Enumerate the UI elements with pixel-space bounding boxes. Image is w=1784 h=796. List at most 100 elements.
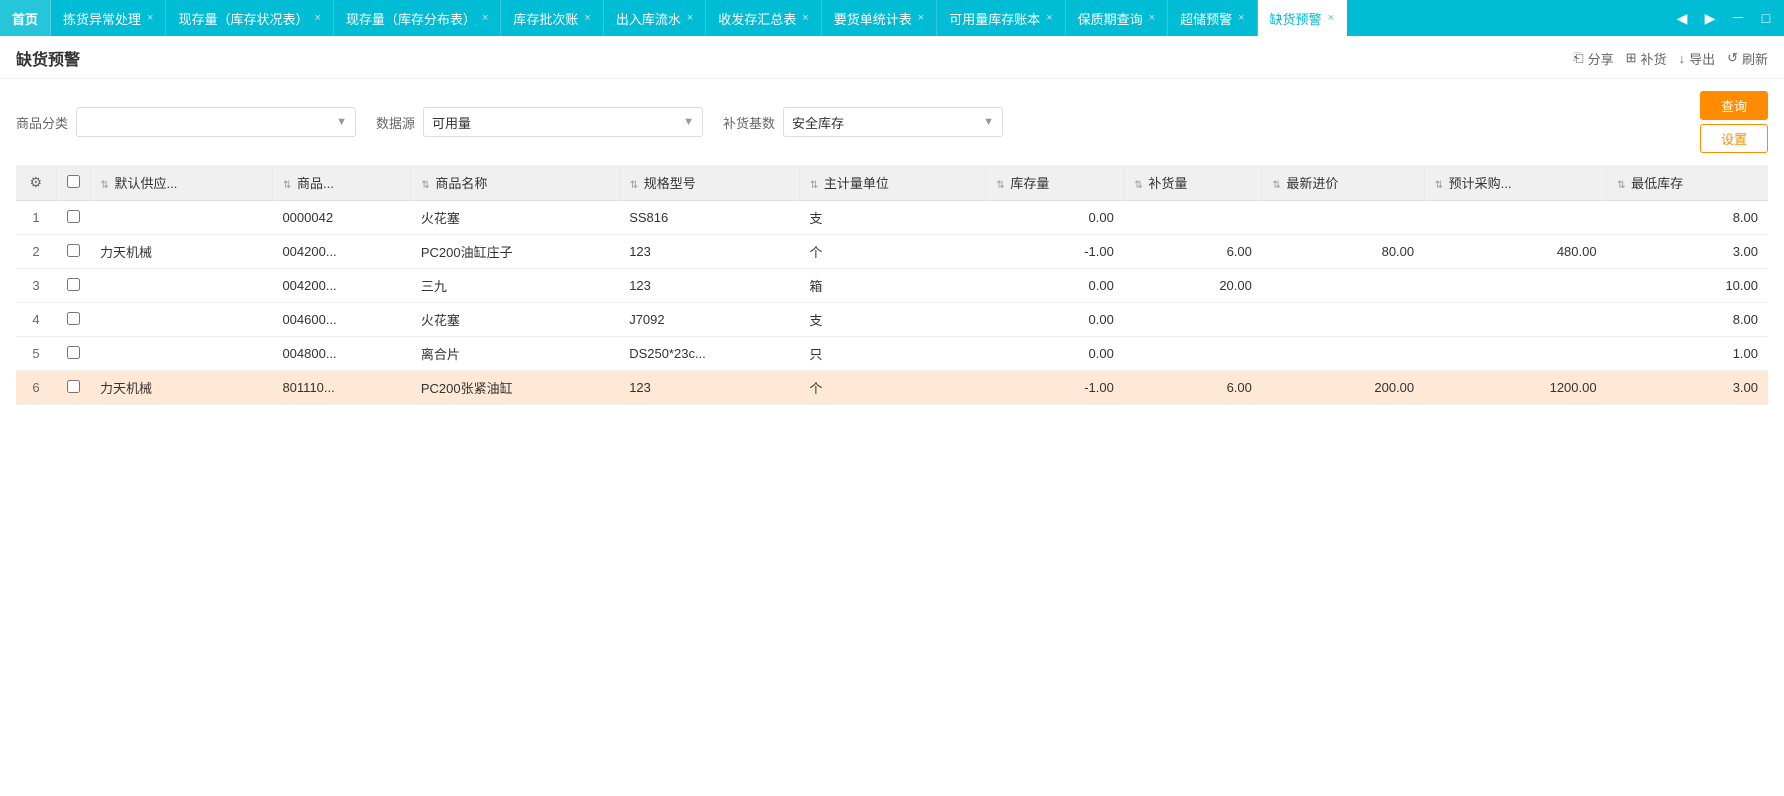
nav-tab-summary[interactable]: 收发存汇总表 × (706, 0, 821, 36)
row-min-stock-1: 8.00 (1607, 201, 1768, 235)
th-sku-label: 商品... (297, 176, 334, 191)
filter-actions: 查询 设置 (1700, 91, 1768, 153)
row-checkbox-6[interactable] (67, 380, 80, 393)
replenish-basis-value: 安全库存 (792, 113, 844, 132)
refresh-icon: ↺ (1727, 50, 1738, 66)
row-sku-2: 004200... (272, 235, 410, 269)
nav-tab-summary-label: 收发存汇总表 (718, 9, 796, 28)
nav-tab-available[interactable]: 可用量库存账本 × (937, 0, 1065, 36)
nav-tab-order[interactable]: 要货单统计表 × (822, 0, 937, 36)
page-title: 缺货预警 (16, 46, 80, 70)
unit-sort-icon: ⇅ (810, 180, 818, 191)
nav-tab-batch-close[interactable]: × (584, 12, 590, 24)
table-row: 2 力天机械 004200... PC200油缸庄子 123 个 -1.00 6… (16, 235, 1768, 269)
th-sku[interactable]: ⇅ 商品... (272, 165, 410, 201)
nav-tab-shortage[interactable]: 缺货预警 × (1258, 0, 1347, 36)
nav-tab-flow-label: 出入库流水 (616, 9, 681, 28)
row-supplier-4 (90, 303, 272, 337)
nav-tab-shortage-close[interactable]: × (1328, 12, 1334, 24)
nav-maximize-btn[interactable]: □ (1752, 4, 1780, 32)
nav-tab-available-close[interactable]: × (1046, 12, 1052, 24)
nav-tab-batch[interactable]: 库存批次账 × (501, 0, 603, 36)
replenish-sort-icon: ⇅ (1134, 180, 1142, 191)
nav-minimize-btn[interactable]: － (1724, 4, 1752, 32)
row-checkbox-1[interactable] (67, 210, 80, 223)
latest-price-sort-icon: ⇅ (1272, 180, 1280, 191)
replenish-basis-filter-group: 补货基数 安全库存 ▼ (723, 107, 1003, 137)
row-spec-6: 123 (619, 371, 799, 405)
page-header: 缺货预警 ⎗ 分享 ⊞ 补货 ↓ 导出 ↺ 刷新 (0, 36, 1784, 79)
nav-tab-pick[interactable]: 拣货异常处理 × (51, 0, 166, 36)
row-estimated-4 (1424, 303, 1606, 337)
row-supplier-2: 力天机械 (90, 235, 272, 269)
shortage-table: ⚙ ⇅ 默认供应... ⇅ 商品... ⇅ 商品名称 (16, 165, 1768, 405)
nav-tab-pick-close[interactable]: × (147, 12, 153, 24)
nav-next-btn[interactable]: ▶ (1696, 4, 1724, 32)
th-supplier[interactable]: ⇅ 默认供应... (90, 165, 272, 201)
nav-tab-flow-close[interactable]: × (687, 12, 693, 24)
nav-tab-stock1[interactable]: 现存量（库存状况表） × (166, 0, 333, 36)
nav-tab-stock2[interactable]: 现存量（库存分布表） × (334, 0, 501, 36)
nav-tab-home[interactable]: 首页 (0, 0, 51, 36)
nav-tab-stock1-label: 现存量（库存状况表） (178, 9, 308, 28)
th-unit[interactable]: ⇅ 主计量单位 (799, 165, 986, 201)
nav-tab-order-close[interactable]: × (918, 12, 924, 24)
th-checkbox (56, 165, 90, 201)
th-latest-price[interactable]: ⇅ 最新进价 (1262, 165, 1424, 201)
row-name-2: PC200油缸庄子 (411, 235, 619, 269)
row-checkbox-4[interactable] (67, 312, 80, 325)
datasource-select[interactable]: 可用量 ▼ (423, 107, 703, 137)
th-name[interactable]: ⇅ 商品名称 (411, 165, 619, 201)
nav-tab-summary-close[interactable]: × (802, 12, 808, 24)
row-min-stock-3: 10.00 (1607, 269, 1768, 303)
row-checkbox-2[interactable] (67, 244, 80, 257)
share-link[interactable]: ⎗ 分享 (1573, 49, 1613, 68)
row-unit-5: 只 (799, 337, 986, 371)
row-spec-3: 123 (619, 269, 799, 303)
th-spec[interactable]: ⇅ 规格型号 (619, 165, 799, 201)
category-arrow-icon: ▼ (336, 116, 347, 128)
row-spec-4: J7092 (619, 303, 799, 337)
query-button[interactable]: 查询 (1700, 91, 1768, 120)
replenish-icon: ⊞ (1626, 50, 1637, 66)
replenish-link[interactable]: ⊞ 补货 (1626, 49, 1667, 68)
nav-tab-overstock-close[interactable]: × (1238, 12, 1244, 24)
nav-tab-flow[interactable]: 出入库流水 × (604, 0, 706, 36)
select-all-checkbox[interactable] (67, 175, 80, 188)
settings-button[interactable]: 设置 (1700, 124, 1768, 153)
row-latest-price-4 (1262, 303, 1424, 337)
nav-tab-stock2-label: 现存量（库存分布表） (346, 9, 476, 28)
row-latest-price-5 (1262, 337, 1424, 371)
refresh-link[interactable]: ↺ 刷新 (1727, 49, 1768, 68)
supplier-sort-icon: ⇅ (101, 180, 109, 191)
th-estimated[interactable]: ⇅ 预计采购... (1424, 165, 1606, 201)
th-estimated-label: 预计采购... (1449, 176, 1512, 191)
nav-tab-expire[interactable]: 保质期查询 × (1066, 0, 1168, 36)
nav-prev-btn[interactable]: ◀ (1668, 4, 1696, 32)
table-row: 1 0000042 火花塞 SS816 支 0.00 8.00 (16, 201, 1768, 235)
nav-tab-expire-close[interactable]: × (1149, 12, 1155, 24)
table-gear-icon[interactable]: ⚙ (29, 174, 42, 190)
replenish-basis-select[interactable]: 安全库存 ▼ (783, 107, 1003, 137)
category-select[interactable]: ▼ (76, 107, 356, 137)
nav-tab-overstock-label: 超储预警 (1180, 9, 1232, 28)
row-unit-3: 箱 (799, 269, 986, 303)
nav-tab-stock1-close[interactable]: × (314, 12, 320, 24)
th-stock[interactable]: ⇅ 库存量 (986, 165, 1124, 201)
nav-tab-stock2-close[interactable]: × (482, 12, 488, 24)
row-checkbox-5[interactable] (67, 346, 80, 359)
datasource-label: 数据源 (376, 113, 415, 132)
row-sku-5: 004800... (272, 337, 410, 371)
row-checkbox-3[interactable] (67, 278, 80, 291)
export-link[interactable]: ↓ 导出 (1679, 49, 1716, 68)
row-estimated-3 (1424, 269, 1606, 303)
row-num-3: 3 (16, 269, 56, 303)
nav-tab-overstock[interactable]: 超储预警 × (1168, 0, 1257, 36)
table-header-row: ⚙ ⇅ 默认供应... ⇅ 商品... ⇅ 商品名称 (16, 165, 1768, 201)
th-min-stock[interactable]: ⇅ 最低库存 (1607, 165, 1768, 201)
nav-tab-order-label: 要货单统计表 (834, 9, 912, 28)
row-unit-2: 个 (799, 235, 986, 269)
name-sort-icon: ⇅ (421, 180, 429, 191)
nav-controls: ◀ ▶ － □ (1668, 4, 1784, 32)
th-replenish[interactable]: ⇅ 补货量 (1124, 165, 1262, 201)
